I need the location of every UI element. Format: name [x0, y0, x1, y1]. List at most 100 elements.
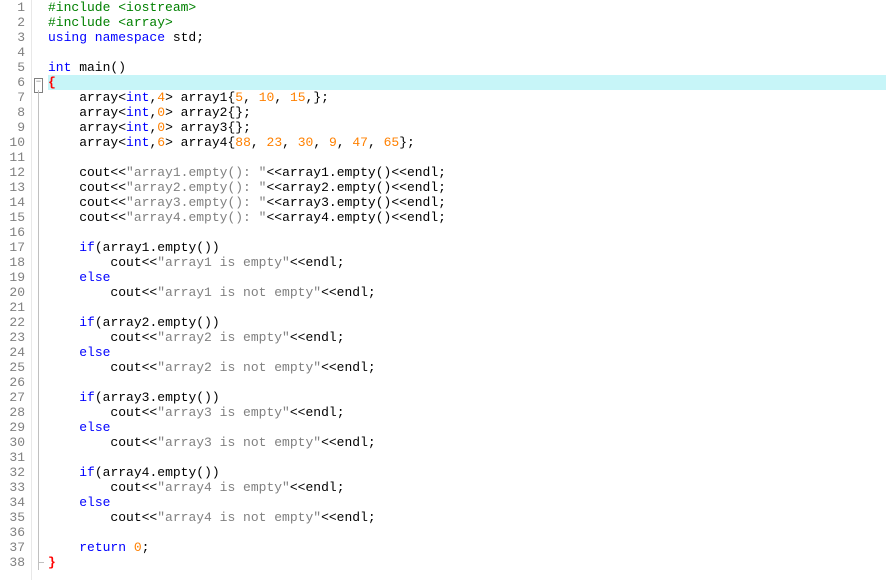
token-keyword: if: [79, 315, 95, 330]
code-line[interactable]: else: [48, 345, 886, 360]
code-line[interactable]: [48, 375, 886, 390]
token-normal: endl: [337, 435, 368, 450]
code-line[interactable]: {: [48, 75, 886, 90]
code-line[interactable]: [48, 450, 886, 465]
code-line[interactable]: if(array1.empty()): [48, 240, 886, 255]
token-normal: <<: [321, 285, 337, 300]
code-line[interactable]: cout<<"array4 is empty"<<endl;: [48, 480, 886, 495]
line-number: 32: [0, 465, 25, 480]
token-keyword: else: [79, 420, 110, 435]
code-line[interactable]: cout<<"array2 is not empty"<<endl;: [48, 360, 886, 375]
code-line[interactable]: [48, 225, 886, 240]
token-keyword: using namespace: [48, 30, 165, 45]
line-number: 33: [0, 480, 25, 495]
token-string: "array3 is empty": [157, 405, 290, 420]
code-line[interactable]: array<int,4> array1{5, 10, 15,};: [48, 90, 886, 105]
fold-cell: [32, 270, 46, 285]
code-line[interactable]: #include <array>: [48, 15, 886, 30]
fold-column[interactable]: −: [32, 0, 46, 580]
token-string: "array4.empty(): ": [126, 210, 266, 225]
code-line[interactable]: if(array4.empty()): [48, 465, 886, 480]
line-number: 25: [0, 360, 25, 375]
token-preproc: #include <iostream>: [48, 0, 196, 15]
token-normal: .: [329, 180, 337, 195]
code-line[interactable]: [48, 525, 886, 540]
token-normal: }: [399, 135, 407, 150]
code-line[interactable]: cout<<"array1.empty(): "<<array1.empty()…: [48, 165, 886, 180]
token-normal: >: [165, 120, 173, 135]
token-normal: >: [165, 90, 173, 105]
code-line[interactable]: array<int,0> array3{};: [48, 120, 886, 135]
token-normal: cout: [48, 285, 142, 300]
token-normal: [48, 240, 79, 255]
token-string: "array3.empty(): ": [126, 195, 266, 210]
code-line[interactable]: cout<<"array2.empty(): "<<array2.empty()…: [48, 180, 886, 195]
line-number: 31: [0, 450, 25, 465]
code-line[interactable]: cout<<"array1 is empty"<<endl;: [48, 255, 886, 270]
line-number: 17: [0, 240, 25, 255]
token-normal: cout: [48, 195, 110, 210]
fold-cell: [32, 345, 46, 360]
code-line[interactable]: [48, 150, 886, 165]
token-normal: ,: [282, 135, 298, 150]
line-number: 14: [0, 195, 25, 210]
token-number: 0: [157, 105, 165, 120]
token-normal: endl: [407, 210, 438, 225]
token-normal: ;: [142, 540, 150, 555]
token-normal: ()<<: [376, 210, 407, 225]
line-number: 5: [0, 60, 25, 75]
token-keyword: else: [79, 495, 110, 510]
token-preproc: #include <array>: [48, 15, 173, 30]
code-line[interactable]: #include <iostream>: [48, 0, 886, 15]
line-number: 18: [0, 255, 25, 270]
code-line[interactable]: else: [48, 420, 886, 435]
code-line[interactable]: [48, 300, 886, 315]
code-line[interactable]: cout<<"array3 is not empty"<<endl;: [48, 435, 886, 450]
code-line[interactable]: using namespace std;: [48, 30, 886, 45]
token-normal: <<: [290, 480, 306, 495]
code-line[interactable]: }: [48, 555, 886, 570]
line-number: 8: [0, 105, 25, 120]
line-number: 22: [0, 315, 25, 330]
token-normal: array2: [282, 180, 329, 195]
code-line[interactable]: cout<<"array1 is not empty"<<endl;: [48, 285, 886, 300]
code-line[interactable]: else: [48, 270, 886, 285]
line-number: 27: [0, 390, 25, 405]
code-line[interactable]: cout<<"array3.empty(): "<<array3.empty()…: [48, 195, 886, 210]
code-line[interactable]: cout<<"array4.empty(): "<<array4.empty()…: [48, 210, 886, 225]
code-line[interactable]: int main(): [48, 60, 886, 75]
token-normal: >: [165, 135, 173, 150]
code-line[interactable]: array<int,6> array4{88, 23, 30, 9, 47, 6…: [48, 135, 886, 150]
token-normal: ;: [321, 90, 329, 105]
code-line[interactable]: if(array3.empty()): [48, 390, 886, 405]
code-line[interactable]: cout<<"array3 is empty"<<endl;: [48, 405, 886, 420]
line-number: 3: [0, 30, 25, 45]
code-line[interactable]: return 0;: [48, 540, 886, 555]
code-line[interactable]: else: [48, 495, 886, 510]
code-line[interactable]: if(array2.empty()): [48, 315, 886, 330]
token-normal: <: [118, 105, 126, 120]
code-line[interactable]: cout<<"array4 is not empty"<<endl;: [48, 510, 886, 525]
code-editor[interactable]: 1234567891011121314151617181920212223242…: [0, 0, 886, 580]
fold-cell: [32, 450, 46, 465]
line-number: 30: [0, 435, 25, 450]
token-normal: <<: [266, 165, 282, 180]
token-normal: empty: [337, 180, 376, 195]
token-normal: cout: [48, 510, 142, 525]
fold-cell: [32, 45, 46, 60]
token-number: 0: [134, 540, 142, 555]
token-normal: <<: [110, 165, 126, 180]
token-normal: array1: [103, 240, 150, 255]
code-area[interactable]: #include <iostream>#include <array>using…: [46, 0, 886, 580]
token-normal: .: [329, 210, 337, 225]
code-line[interactable]: array<int,0> array2{};: [48, 105, 886, 120]
code-line[interactable]: cout<<"array2 is empty"<<endl;: [48, 330, 886, 345]
token-number: 65: [384, 135, 400, 150]
code-line[interactable]: [48, 45, 886, 60]
token-normal: <<: [266, 195, 282, 210]
line-number: 34: [0, 495, 25, 510]
fold-cell: [32, 60, 46, 75]
token-number: 6: [157, 135, 165, 150]
token-normal: endl: [337, 360, 368, 375]
line-number: 36: [0, 525, 25, 540]
